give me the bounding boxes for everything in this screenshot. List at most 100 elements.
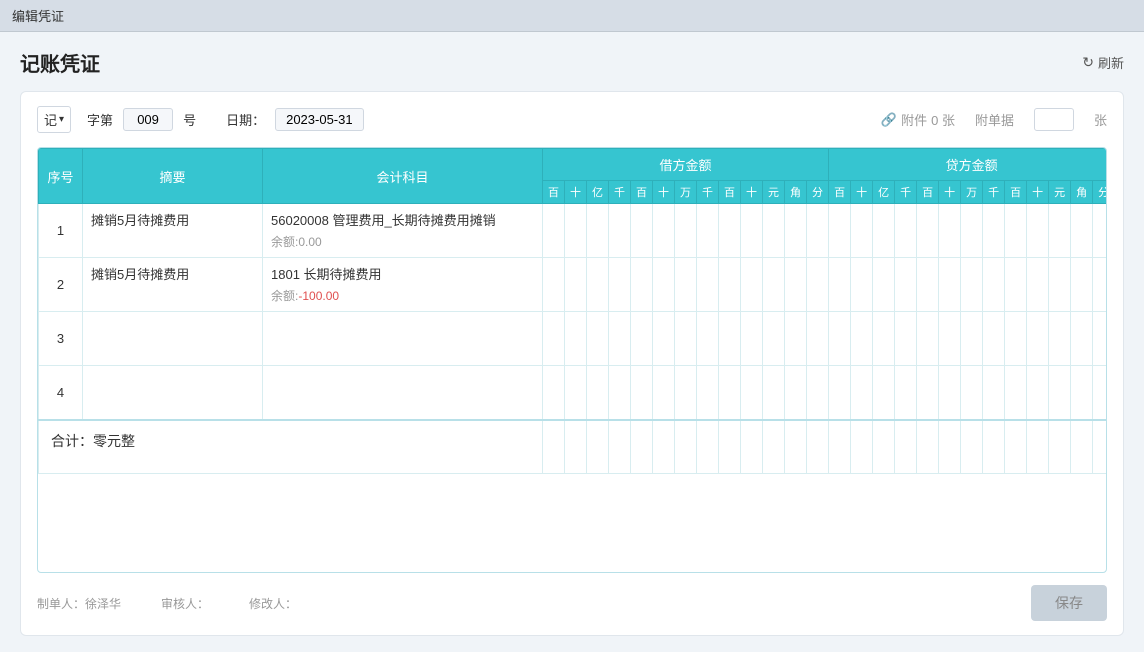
debit-digit-cell[interactable] [565, 204, 587, 258]
debit-digit-cell[interactable] [587, 366, 609, 420]
debit-digit-cell[interactable] [675, 366, 697, 420]
account-cell[interactable]: 1801 长期待摊费用余额:-100.00 [263, 258, 543, 312]
credit-digit-cell[interactable] [961, 312, 983, 366]
debit-digit-cell[interactable] [543, 312, 565, 366]
account-cell[interactable]: 56020008 管理费用_长期待摊费用摊销余额:0.00 [263, 204, 543, 258]
credit-digit-cell[interactable] [1093, 366, 1107, 420]
debit-digit-cell[interactable] [697, 312, 719, 366]
credit-digit-cell[interactable] [851, 366, 873, 420]
debit-digit-cell[interactable] [807, 312, 829, 366]
credit-digit-cell[interactable] [983, 204, 1005, 258]
credit-digit-cell[interactable] [983, 258, 1005, 312]
debit-digit-cell[interactable] [719, 204, 741, 258]
debit-digit-cell[interactable] [807, 366, 829, 420]
date-input[interactable]: 2023-05-31 [275, 108, 364, 131]
zhang-input[interactable] [1034, 108, 1074, 131]
debit-digit-cell[interactable] [609, 258, 631, 312]
debit-digit-cell[interactable] [719, 366, 741, 420]
credit-digit-cell[interactable] [917, 204, 939, 258]
credit-digit-cell[interactable] [1049, 312, 1071, 366]
credit-digit-cell[interactable] [1093, 312, 1107, 366]
refresh-button[interactable]: ↻ 刷新 [1082, 53, 1124, 72]
credit-digit-cell[interactable] [1005, 312, 1027, 366]
credit-digit-cell[interactable] [939, 312, 961, 366]
account-cell[interactable] [263, 312, 543, 366]
debit-digit-cell[interactable] [763, 258, 785, 312]
table-row[interactable]: 1摊销5月待摊费用56020008 管理费用_长期待摊费用摊销余额:0.00 [39, 204, 1108, 258]
credit-digit-cell[interactable] [1071, 204, 1093, 258]
debit-digit-cell[interactable] [741, 204, 763, 258]
debit-digit-cell[interactable] [785, 312, 807, 366]
credit-digit-cell[interactable] [917, 312, 939, 366]
credit-digit-cell[interactable] [873, 258, 895, 312]
debit-digit-cell[interactable] [609, 204, 631, 258]
debit-digit-cell[interactable] [587, 204, 609, 258]
credit-digit-cell[interactable] [961, 258, 983, 312]
debit-digit-cell[interactable] [785, 204, 807, 258]
debit-digit-cell[interactable] [565, 258, 587, 312]
credit-digit-cell[interactable] [1049, 258, 1071, 312]
debit-digit-cell[interactable] [631, 366, 653, 420]
credit-digit-cell[interactable] [895, 312, 917, 366]
credit-digit-cell[interactable] [829, 312, 851, 366]
debit-digit-cell[interactable] [741, 258, 763, 312]
debit-digit-cell[interactable] [719, 258, 741, 312]
summary-cell[interactable]: 摊销5月待摊费用 [83, 258, 263, 312]
debit-digit-cell[interactable] [807, 204, 829, 258]
credit-digit-cell[interactable] [829, 258, 851, 312]
credit-digit-cell[interactable] [917, 258, 939, 312]
credit-digit-cell[interactable] [895, 258, 917, 312]
debit-digit-cell[interactable] [697, 204, 719, 258]
credit-digit-cell[interactable] [917, 366, 939, 420]
credit-digit-cell[interactable] [829, 204, 851, 258]
credit-digit-cell[interactable] [939, 258, 961, 312]
credit-digit-cell[interactable] [1005, 204, 1027, 258]
credit-digit-cell[interactable] [829, 366, 851, 420]
summary-cell[interactable]: 摊销5月待摊费用 [83, 204, 263, 258]
credit-digit-cell[interactable] [1071, 366, 1093, 420]
debit-digit-cell[interactable] [653, 258, 675, 312]
debit-digit-cell[interactable] [763, 312, 785, 366]
debit-digit-cell[interactable] [609, 366, 631, 420]
debit-digit-cell[interactable] [785, 258, 807, 312]
debit-digit-cell[interactable] [631, 258, 653, 312]
credit-digit-cell[interactable] [983, 312, 1005, 366]
debit-digit-cell[interactable] [543, 204, 565, 258]
credit-digit-cell[interactable] [1005, 366, 1027, 420]
credit-digit-cell[interactable] [983, 366, 1005, 420]
debit-digit-cell[interactable] [587, 312, 609, 366]
debit-digit-cell[interactable] [741, 366, 763, 420]
debit-digit-cell[interactable] [697, 366, 719, 420]
debit-digit-cell[interactable] [631, 204, 653, 258]
credit-digit-cell[interactable] [851, 258, 873, 312]
summary-cell[interactable] [83, 312, 263, 366]
debit-digit-cell[interactable] [653, 366, 675, 420]
debit-digit-cell[interactable] [807, 258, 829, 312]
credit-digit-cell[interactable] [873, 312, 895, 366]
credit-digit-cell[interactable] [851, 312, 873, 366]
credit-digit-cell[interactable] [1027, 366, 1049, 420]
debit-digit-cell[interactable] [631, 312, 653, 366]
debit-digit-cell[interactable] [785, 366, 807, 420]
credit-digit-cell[interactable] [873, 204, 895, 258]
save-button[interactable]: 保存 [1031, 585, 1107, 621]
credit-digit-cell[interactable] [1027, 312, 1049, 366]
type-dropdown[interactable]: 记 ▾ [37, 106, 71, 133]
credit-digit-cell[interactable] [1049, 204, 1071, 258]
credit-digit-cell[interactable] [851, 204, 873, 258]
credit-digit-cell[interactable] [895, 204, 917, 258]
debit-digit-cell[interactable] [565, 366, 587, 420]
debit-digit-cell[interactable] [587, 258, 609, 312]
credit-digit-cell[interactable] [1027, 204, 1049, 258]
debit-digit-cell[interactable] [653, 312, 675, 366]
table-row[interactable]: 2摊销5月待摊费用1801 长期待摊费用余额:-100.00 [39, 258, 1108, 312]
debit-digit-cell[interactable] [763, 366, 785, 420]
credit-digit-cell[interactable] [961, 366, 983, 420]
debit-digit-cell[interactable] [675, 204, 697, 258]
debit-digit-cell[interactable] [675, 258, 697, 312]
debit-digit-cell[interactable] [543, 258, 565, 312]
credit-digit-cell[interactable] [1093, 204, 1107, 258]
credit-digit-cell[interactable] [1005, 258, 1027, 312]
debit-digit-cell[interactable] [543, 366, 565, 420]
debit-digit-cell[interactable] [741, 312, 763, 366]
